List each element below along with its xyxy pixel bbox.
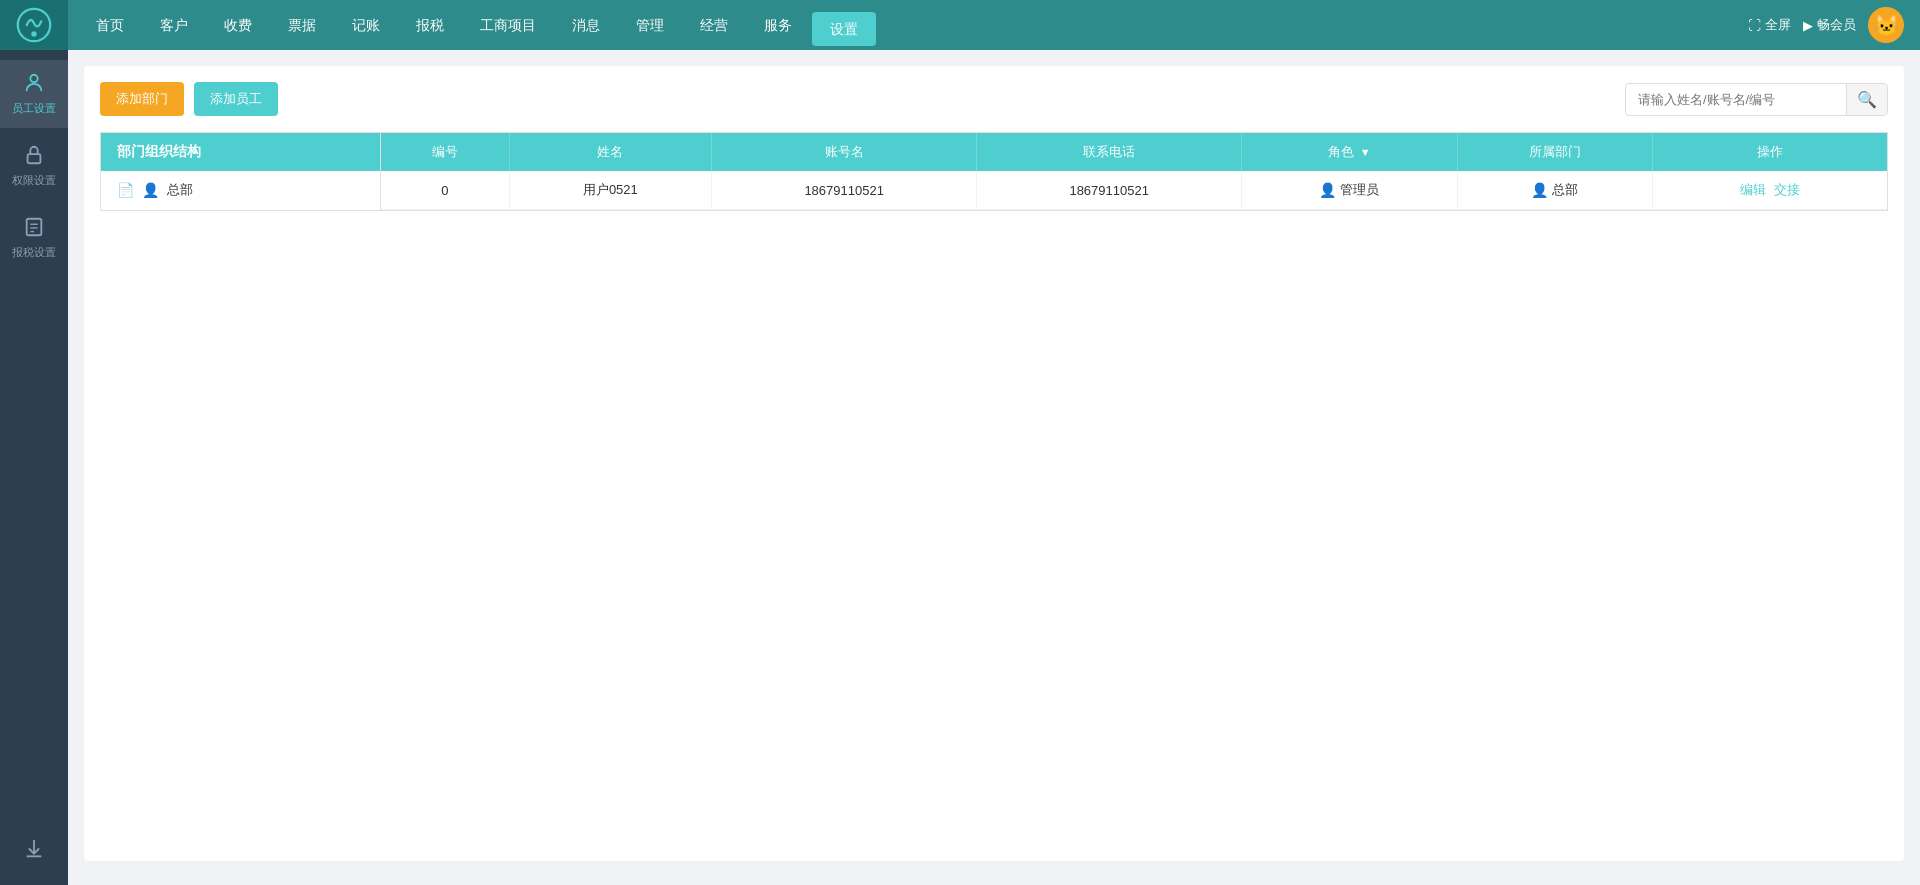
search-icon: 🔍	[1857, 91, 1877, 108]
search-area: 🔍	[1625, 83, 1888, 116]
nav-message[interactable]: 消息	[554, 0, 618, 50]
toolbar: 添加部门 添加员工 🔍	[100, 82, 1888, 116]
nav-home[interactable]: 首页	[78, 0, 142, 50]
cell-actions: 编辑交接	[1652, 171, 1887, 210]
tree-item-headquarters[interactable]: 📄 👤 总部	[101, 171, 380, 209]
cell-name: 用户0521	[509, 171, 712, 210]
fullscreen-label: 全屏	[1765, 16, 1791, 34]
nav-bill[interactable]: 票据	[270, 0, 334, 50]
sidebar-permission-label: 权限设置	[12, 173, 56, 188]
col-id: 编号	[381, 133, 509, 171]
role-user-icon: 👤	[1319, 182, 1336, 198]
dept-label: 总部	[1552, 181, 1578, 199]
content-card: 添加部门 添加员工 🔍 部门组织结构 📄	[84, 66, 1904, 861]
fullscreen-icon: ⛶	[1748, 18, 1761, 33]
cell-phone: 18679110521	[977, 171, 1242, 210]
sidebar-item-permission[interactable]: 权限设置	[0, 132, 68, 200]
col-account: 账号名	[712, 133, 977, 171]
file-icon: 📄	[117, 182, 134, 198]
app-logo	[16, 7, 52, 43]
sidebar-tax-label: 报税设置	[12, 245, 56, 260]
dept-user-icon: 👤	[1531, 182, 1548, 198]
action-transfer-link[interactable]: 交接	[1774, 182, 1800, 197]
lock-icon	[23, 144, 45, 169]
main-layout: 员工设置 权限设置 报税设置	[0, 50, 1920, 885]
content-area: 添加部门 添加员工 🔍 部门组织结构 📄	[68, 50, 1920, 885]
table-header-row: 编号 姓名 账号名 联系电话	[381, 133, 1887, 171]
sidebar-item-employee[interactable]: 员工设置	[0, 60, 68, 128]
report-icon	[23, 216, 45, 241]
svg-point-2	[30, 75, 37, 82]
filter-icon: ▼	[1360, 146, 1371, 158]
top-navigation: 首页 客户 收费 票据 记账 报税 工商项目 消息 管理 经营 服务 设置 ⛶ …	[0, 0, 1920, 50]
cell-role: 👤 管理员	[1242, 171, 1458, 210]
nav-service[interactable]: 服务	[746, 0, 810, 50]
cell-account: 18679110521	[712, 171, 977, 210]
nav-fee[interactable]: 收费	[206, 0, 270, 50]
table-row: 0 用户0521 18679110521 18679110521 👤 管理员 👤…	[381, 171, 1887, 210]
panel-layout: 部门组织结构 📄 👤 总部 编号	[100, 132, 1888, 211]
employee-icon	[23, 72, 45, 97]
download-icon	[23, 838, 45, 863]
nav-accounting[interactable]: 记账	[334, 0, 398, 50]
nav-customer[interactable]: 客户	[142, 0, 206, 50]
fullscreen-button[interactable]: ⛶ 全屏	[1748, 16, 1791, 34]
col-action: 操作	[1652, 133, 1887, 171]
col-name: 姓名	[509, 133, 712, 171]
col-dept: 所属部门	[1457, 133, 1652, 171]
add-employee-button[interactable]: 添加员工	[194, 82, 278, 116]
nav-tax[interactable]: 报税	[398, 0, 462, 50]
nav-right: ⛶ 全屏 ▶ 畅会员 🐱	[1748, 7, 1920, 43]
vip-button[interactable]: ▶ 畅会员	[1803, 16, 1856, 34]
vip-label: 畅会员	[1817, 16, 1856, 34]
logo-area	[0, 0, 68, 50]
cell-dept: 👤 总部	[1457, 171, 1652, 210]
tree-header: 部门组织结构	[101, 133, 380, 171]
tree-item-label: 总部	[167, 181, 193, 199]
video-icon: ▶	[1803, 18, 1813, 33]
search-input[interactable]	[1626, 86, 1846, 113]
svg-rect-4	[27, 219, 42, 236]
employee-table: 编号 姓名 账号名 联系电话	[381, 133, 1887, 210]
nav-operation[interactable]: 经营	[682, 0, 746, 50]
action-edit-link[interactable]: 编辑	[1740, 182, 1766, 197]
search-button[interactable]: 🔍	[1846, 84, 1887, 115]
sidebar-employee-label: 员工设置	[12, 101, 56, 116]
svg-rect-3	[28, 154, 41, 163]
avatar[interactable]: 🐱	[1868, 7, 1904, 43]
sidebar-item-tax-setting[interactable]: 报税设置	[0, 204, 68, 272]
nav-manage[interactable]: 管理	[618, 0, 682, 50]
nav-business[interactable]: 工商项目	[462, 0, 554, 50]
col-role[interactable]: 角色 ▼	[1242, 133, 1458, 171]
nav-items: 首页 客户 收费 票据 记账 报税 工商项目 消息 管理 经营 服务 设置	[68, 0, 1748, 50]
table-panel: 编号 姓名 账号名 联系电话	[381, 133, 1887, 210]
col-phone: 联系电话	[977, 133, 1242, 171]
nav-settings[interactable]: 设置	[812, 12, 876, 46]
svg-point-1	[31, 31, 36, 36]
add-dept-button[interactable]: 添加部门	[100, 82, 184, 116]
tree-user-icon: 👤	[142, 182, 159, 198]
sidebar: 员工设置 权限设置 报税设置	[0, 50, 68, 885]
role-label: 管理员	[1340, 181, 1379, 199]
sidebar-download-button[interactable]	[0, 826, 68, 875]
tree-header-label: 部门组织结构	[117, 143, 201, 159]
cell-id: 0	[381, 171, 509, 210]
tree-panel: 部门组织结构 📄 👤 总部	[101, 133, 381, 210]
